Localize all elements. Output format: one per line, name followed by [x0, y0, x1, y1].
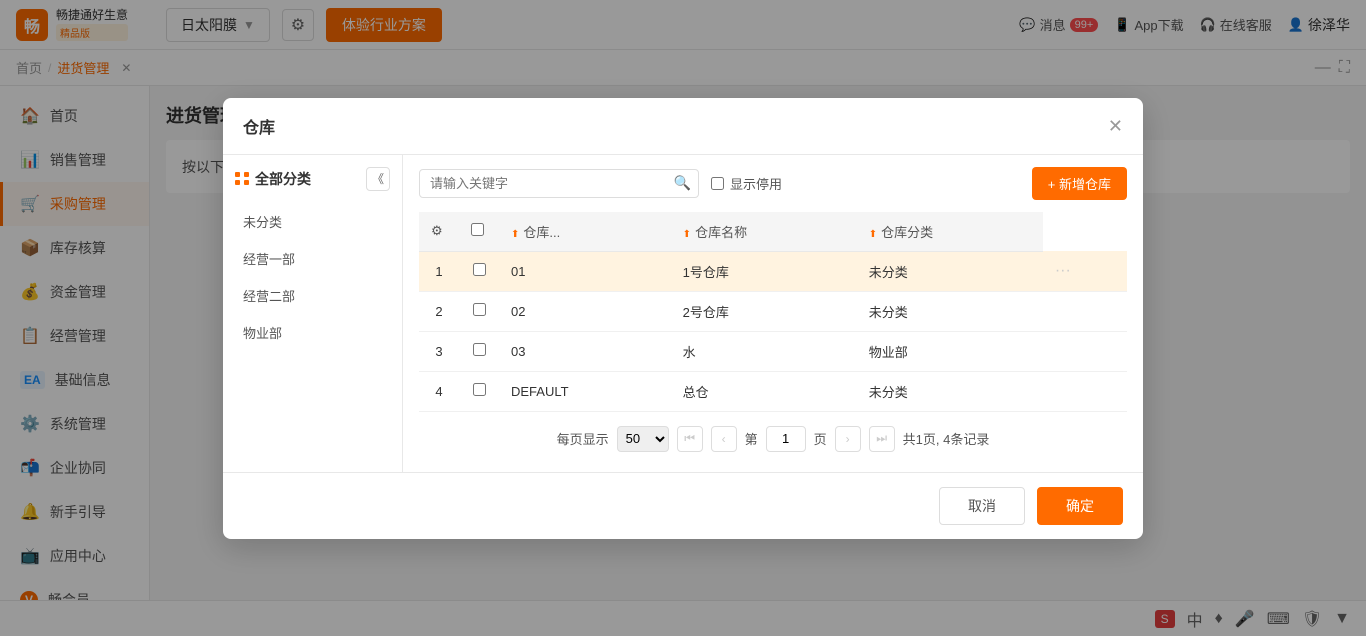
- category-title: 全部分类: [235, 169, 311, 189]
- th-name: ⬆仓库名称: [671, 212, 857, 252]
- row-checkbox-1[interactable]: [473, 263, 486, 276]
- td-cat-2: 未分类: [857, 291, 1043, 331]
- td-check-4[interactable]: [459, 371, 499, 411]
- td-cat-3: 物业部: [857, 331, 1043, 371]
- td-num-1: 1: [419, 251, 459, 291]
- td-code-4: DEFAULT: [499, 371, 671, 411]
- add-warehouse-button[interactable]: + 新增仓库: [1032, 167, 1127, 200]
- td-name-1: 1号仓库: [671, 251, 857, 291]
- th-code: ⬆仓库...: [499, 212, 671, 252]
- warehouse-table: ⚙ ⬆仓库... ⬆仓库名称 ⬆仓库分类 1 01: [419, 212, 1127, 412]
- td-name-4: 总仓: [671, 371, 857, 411]
- modal-close-icon[interactable]: ✕: [1108, 117, 1123, 135]
- show-disabled-text: 显示停用: [730, 174, 782, 193]
- next-page-btn[interactable]: ›: [835, 426, 861, 452]
- sort-name-icon: ⬆: [683, 229, 691, 240]
- cat-item-uncategorized[interactable]: 未分类: [223, 203, 402, 240]
- warehouse-modal: 仓库 ✕ 全部分类 《 未分类 经营一部 经: [223, 98, 1143, 539]
- row-actions-1[interactable]: ···: [1055, 262, 1071, 279]
- confirm-button[interactable]: 确定: [1037, 487, 1123, 525]
- modal-body: 全部分类 《 未分类 经营一部 经营二部 物业部 🔍: [223, 155, 1143, 472]
- modal-search-bar: 🔍 显示停用 + 新增仓库: [419, 167, 1127, 200]
- grid-icon: [235, 172, 249, 185]
- sort-code-icon: ⬆: [511, 229, 519, 240]
- select-all-checkbox[interactable]: [471, 223, 484, 236]
- row-checkbox-3[interactable]: [473, 343, 486, 356]
- modal-left-header: 全部分类 《: [223, 167, 402, 203]
- td-code-1: 01: [499, 251, 671, 291]
- table-header-row: ⚙ ⬆仓库... ⬆仓库名称 ⬆仓库分类: [419, 212, 1127, 252]
- all-category-label: 全部分类: [255, 169, 311, 189]
- row-checkbox-4[interactable]: [473, 383, 486, 396]
- table-row[interactable]: 3 03 水 物业部: [419, 331, 1127, 371]
- per-page-label: 每页显示: [557, 429, 609, 448]
- page-input[interactable]: [766, 426, 806, 452]
- modal-left-panel: 全部分类 《 未分类 经营一部 经营二部 物业部: [223, 155, 403, 472]
- sort-cat-icon: ⬆: [869, 229, 877, 240]
- td-check-2[interactable]: [459, 291, 499, 331]
- per-page-select[interactable]: 50 20 100: [617, 426, 669, 452]
- pagination: 每页显示 50 20 100 ⏮ ‹ 第 页 › ⏭ 共1页, 4条记录: [419, 412, 1127, 460]
- search-icon[interactable]: 🔍: [674, 175, 691, 192]
- collapse-icon[interactable]: 《: [366, 167, 390, 191]
- td-cat-1: 未分类: [857, 251, 1043, 291]
- cat-item-dept1[interactable]: 经营一部: [223, 240, 402, 277]
- cancel-button[interactable]: 取消: [939, 487, 1025, 525]
- modal-overlay: 仓库 ✕ 全部分类 《 未分类 经营一部 经: [0, 0, 1366, 636]
- modal-footer: 取消 确定: [223, 472, 1143, 539]
- table-row[interactable]: 2 02 2号仓库 未分类: [419, 291, 1127, 331]
- modal-right-panel: 🔍 显示停用 + 新增仓库 ⚙: [403, 155, 1143, 472]
- table-row[interactable]: 1 01 1号仓库 未分类 ···: [419, 251, 1127, 291]
- td-num-3: 3: [419, 331, 459, 371]
- cat-item-dept2[interactable]: 经营二部: [223, 277, 402, 314]
- td-cat-4: 未分类: [857, 371, 1043, 411]
- modal-title: 仓库: [243, 114, 275, 138]
- last-page-btn[interactable]: ⏭: [869, 426, 895, 452]
- table-container: ⚙ ⬆仓库... ⬆仓库名称 ⬆仓库分类 1 01: [419, 212, 1127, 412]
- td-check-1[interactable]: [459, 251, 499, 291]
- search-input[interactable]: [419, 169, 699, 198]
- td-name-2: 2号仓库: [671, 291, 857, 331]
- th-category: ⬆仓库分类: [857, 212, 1043, 252]
- td-name-3: 水: [671, 331, 857, 371]
- td-code-3: 03: [499, 331, 671, 371]
- th-gear: ⚙: [419, 212, 459, 252]
- row-checkbox-2[interactable]: [473, 303, 486, 316]
- td-num-2: 2: [419, 291, 459, 331]
- page-label: 第: [745, 429, 758, 448]
- search-wrap: 🔍: [419, 169, 699, 198]
- first-page-btn[interactable]: ⏮: [677, 426, 703, 452]
- page-summary: 共1页, 4条记录: [903, 429, 990, 448]
- td-code-2: 02: [499, 291, 671, 331]
- prev-page-btn[interactable]: ‹: [711, 426, 737, 452]
- td-check-3[interactable]: [459, 331, 499, 371]
- td-num-4: 4: [419, 371, 459, 411]
- table-row[interactable]: 4 DEFAULT 总仓 未分类: [419, 371, 1127, 411]
- cat-item-property[interactable]: 物业部: [223, 314, 402, 351]
- modal-header: 仓库 ✕: [223, 98, 1143, 155]
- th-check: [459, 212, 499, 252]
- show-disabled-checkbox[interactable]: [711, 177, 724, 190]
- show-disabled-label[interactable]: 显示停用: [711, 174, 782, 193]
- page-unit: 页: [814, 429, 827, 448]
